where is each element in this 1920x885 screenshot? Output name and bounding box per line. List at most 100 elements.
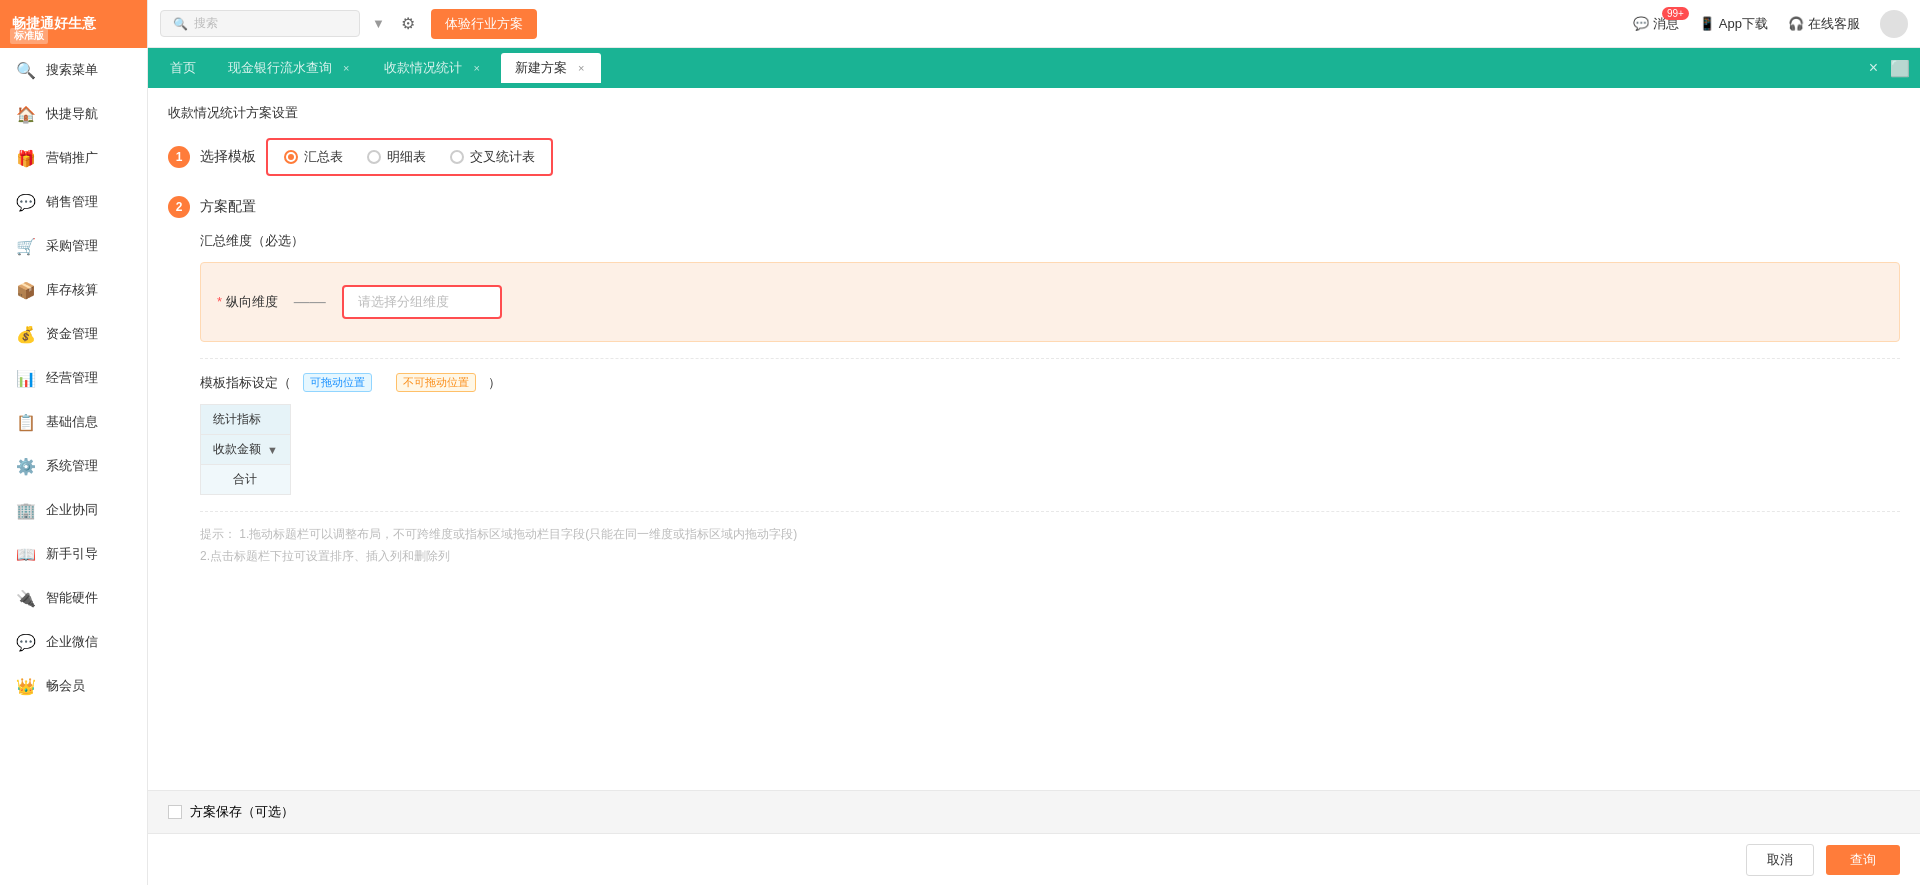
draggable-tag: 可拖动位置: [303, 373, 372, 392]
tab-home[interactable]: 首页: [156, 53, 210, 83]
sidebar-item-label: 采购管理: [46, 237, 98, 255]
tab-receipt-stats-close[interactable]: ×: [470, 61, 482, 75]
step2-number: 2: [168, 196, 190, 218]
sidebar-item-sales[interactable]: 💬 销售管理: [0, 180, 147, 224]
step1-header: 1 选择模板 汇总表 明细表 交叉统计表: [168, 138, 1900, 176]
download-button[interactable]: 📱 App下载: [1699, 15, 1768, 33]
purchase-icon: 🛒: [16, 237, 36, 256]
query-button[interactable]: 查询: [1826, 845, 1900, 875]
indicator-subheader[interactable]: 收款金额 ▼: [201, 435, 290, 465]
download-label: App下载: [1719, 15, 1768, 33]
sidebar-item-label: 经营管理: [46, 369, 98, 387]
tab-bank-flow-label: 现金银行流水查询: [228, 59, 332, 77]
dimension-area: * 纵向维度 —— 请选择分组维度: [200, 262, 1900, 342]
bottom-bar: 取消 查询: [148, 833, 1920, 885]
radio-cross-circle: [450, 150, 464, 164]
topbar-right: 💬 消息 99+ 📱 App下载 🎧 在线客服: [1633, 10, 1908, 38]
tips-section: 提示： 1.拖动标题栏可以调整布局，不可跨维度或指标区域拖动栏目字段(只能在同一…: [200, 511, 1900, 567]
template-options: 汇总表 明细表 交叉统计表: [266, 138, 553, 176]
save-plan-label: 方案保存（可选）: [190, 803, 294, 821]
sidebar-item-label: 库存核算: [46, 281, 98, 299]
tab-home-label: 首页: [170, 59, 196, 77]
tab-new-plan-label: 新建方案: [515, 59, 567, 77]
tab-new-plan[interactable]: 新建方案 ×: [501, 53, 601, 83]
sidebar-item-label: 基础信息: [46, 413, 98, 431]
step1-number: 1: [168, 146, 190, 168]
indicator-grid: 统计指标 收款金额 ▼ 合计: [200, 404, 1900, 495]
vertical-dimension-label: 纵向维度: [226, 294, 278, 309]
sidebar-item-label: 企业微信: [46, 633, 98, 651]
tab-new-plan-close[interactable]: ×: [575, 61, 587, 75]
search-icon: 🔍: [173, 17, 188, 31]
indicator-header: 模板指标设定（ 可拖动位置 不可拖动位置 ）: [200, 373, 1900, 392]
message-badge: 99+: [1662, 7, 1689, 20]
save-plan-checkbox[interactable]: [168, 805, 182, 819]
system-icon: ⚙️: [16, 457, 36, 476]
step2-header: 2 方案配置: [168, 196, 1900, 218]
chevron-down-icon[interactable]: ▼: [267, 444, 278, 456]
radio-detail[interactable]: 明细表: [367, 148, 426, 166]
sidebar-item-marketing[interactable]: 🎁 营销推广: [0, 136, 147, 180]
indicator-col-header[interactable]: 统计指标: [201, 405, 290, 435]
home-icon: 🏠: [16, 105, 36, 124]
dimension-required-star: * 纵向维度: [217, 293, 278, 311]
sidebar-item-purchase[interactable]: 🛒 采购管理: [0, 224, 147, 268]
search-arrow-icon[interactable]: ▼: [372, 16, 385, 31]
trial-button[interactable]: 体验行业方案: [431, 9, 537, 39]
window-close-icon[interactable]: ×: [1867, 57, 1880, 79]
sidebar-item-quick-nav[interactable]: 🏠 快捷导航: [0, 92, 147, 136]
radio-summary[interactable]: 汇总表: [284, 148, 343, 166]
radio-summary-label: 汇总表: [304, 148, 343, 166]
finance-icon: 💰: [16, 325, 36, 344]
indicator-subheader-label: 收款金额: [213, 441, 261, 458]
operations-icon: 📊: [16, 369, 36, 388]
sidebar-item-wechat[interactable]: 💬 企业微信: [0, 620, 147, 664]
settings-icon[interactable]: ⚙: [401, 14, 415, 33]
service-button[interactable]: 🎧 在线客服: [1788, 15, 1860, 33]
sidebar-item-basic-info[interactable]: 📋 基础信息: [0, 400, 147, 444]
basic-info-icon: 📋: [16, 413, 36, 432]
message-button[interactable]: 💬 消息 99+: [1633, 15, 1679, 33]
radio-cross-label: 交叉统计表: [470, 148, 535, 166]
service-label: 在线客服: [1808, 15, 1860, 33]
sidebar-item-operations[interactable]: 📊 经营管理: [0, 356, 147, 400]
tab-receipt-stats[interactable]: 收款情况统计 ×: [370, 53, 496, 83]
step1-section: 1 选择模板 汇总表 明细表 交叉统计表: [168, 138, 1900, 176]
cancel-button[interactable]: 取消: [1746, 844, 1814, 876]
main-area: 🔍 搜索 ▼ ⚙ 体验行业方案 💬 消息 99+ 📱 App下载 🎧 在线客服: [148, 0, 1920, 885]
radio-cross[interactable]: 交叉统计表: [450, 148, 535, 166]
step2-section: 2 方案配置 汇总维度（必选） * 纵向维度 —— 请选择分组维度: [168, 196, 1900, 567]
tab-bank-flow-close[interactable]: ×: [340, 61, 352, 75]
dimension-title: 汇总维度（必选）: [200, 232, 1900, 250]
sidebar-item-smart-hw[interactable]: 🔌 智能硬件: [0, 576, 147, 620]
sidebar-item-member[interactable]: 👑 畅会员: [0, 664, 147, 708]
search-menu-icon: 🔍: [16, 61, 36, 80]
radio-detail-circle: [367, 150, 381, 164]
sidebar-item-search-menu[interactable]: 🔍 搜索菜单: [0, 48, 147, 92]
indicator-col-title: 统计指标: [213, 411, 261, 428]
dimension-arrow: ——: [294, 293, 326, 311]
indicator-suffix: ）: [488, 374, 501, 392]
indicator-footer: 合计: [201, 465, 290, 494]
user-avatar[interactable]: [1880, 10, 1908, 38]
tab-receipt-stats-label: 收款情况统计: [384, 59, 462, 77]
sidebar-item-label: 快捷导航: [46, 105, 98, 123]
page-content: 收款情况统计方案设置 1 选择模板 汇总表 明细表: [148, 88, 1920, 885]
sidebar-item-inventory[interactable]: 📦 库存核算: [0, 268, 147, 312]
sidebar-item-finance[interactable]: 💰 资金管理: [0, 312, 147, 356]
dimension-select[interactable]: 请选择分组维度: [342, 285, 502, 319]
content-area: 收款情况统计方案设置 1 选择模板 汇总表 明细表: [148, 88, 1920, 790]
sidebar-item-system[interactable]: ⚙️ 系统管理: [0, 444, 147, 488]
tab-bank-flow[interactable]: 现金银行流水查询 ×: [214, 53, 366, 83]
footer-checkbox-area: 方案保存（可选）: [148, 790, 1920, 833]
sidebar-item-enterprise[interactable]: 🏢 企业协同: [0, 488, 147, 532]
window-maximize-icon[interactable]: ⬜: [1888, 57, 1912, 80]
tip-line2: 2.点击标题栏下拉可设置排序、插入列和删除列: [200, 546, 1900, 568]
gift-icon: 🎁: [16, 149, 36, 168]
sidebar-item-label: 搜索菜单: [46, 61, 98, 79]
sidebar-item-guide[interactable]: 📖 新手引导: [0, 532, 147, 576]
sidebar-item-label: 畅会员: [46, 677, 85, 695]
sidebar-item-label: 新手引导: [46, 545, 98, 563]
sidebar: 畅捷通好生意 标准版 🔍 搜索菜单 🏠 快捷导航 🎁 营销推广 💬 销售管理 🛒…: [0, 0, 148, 885]
search-box[interactable]: 🔍 搜索: [160, 10, 360, 37]
